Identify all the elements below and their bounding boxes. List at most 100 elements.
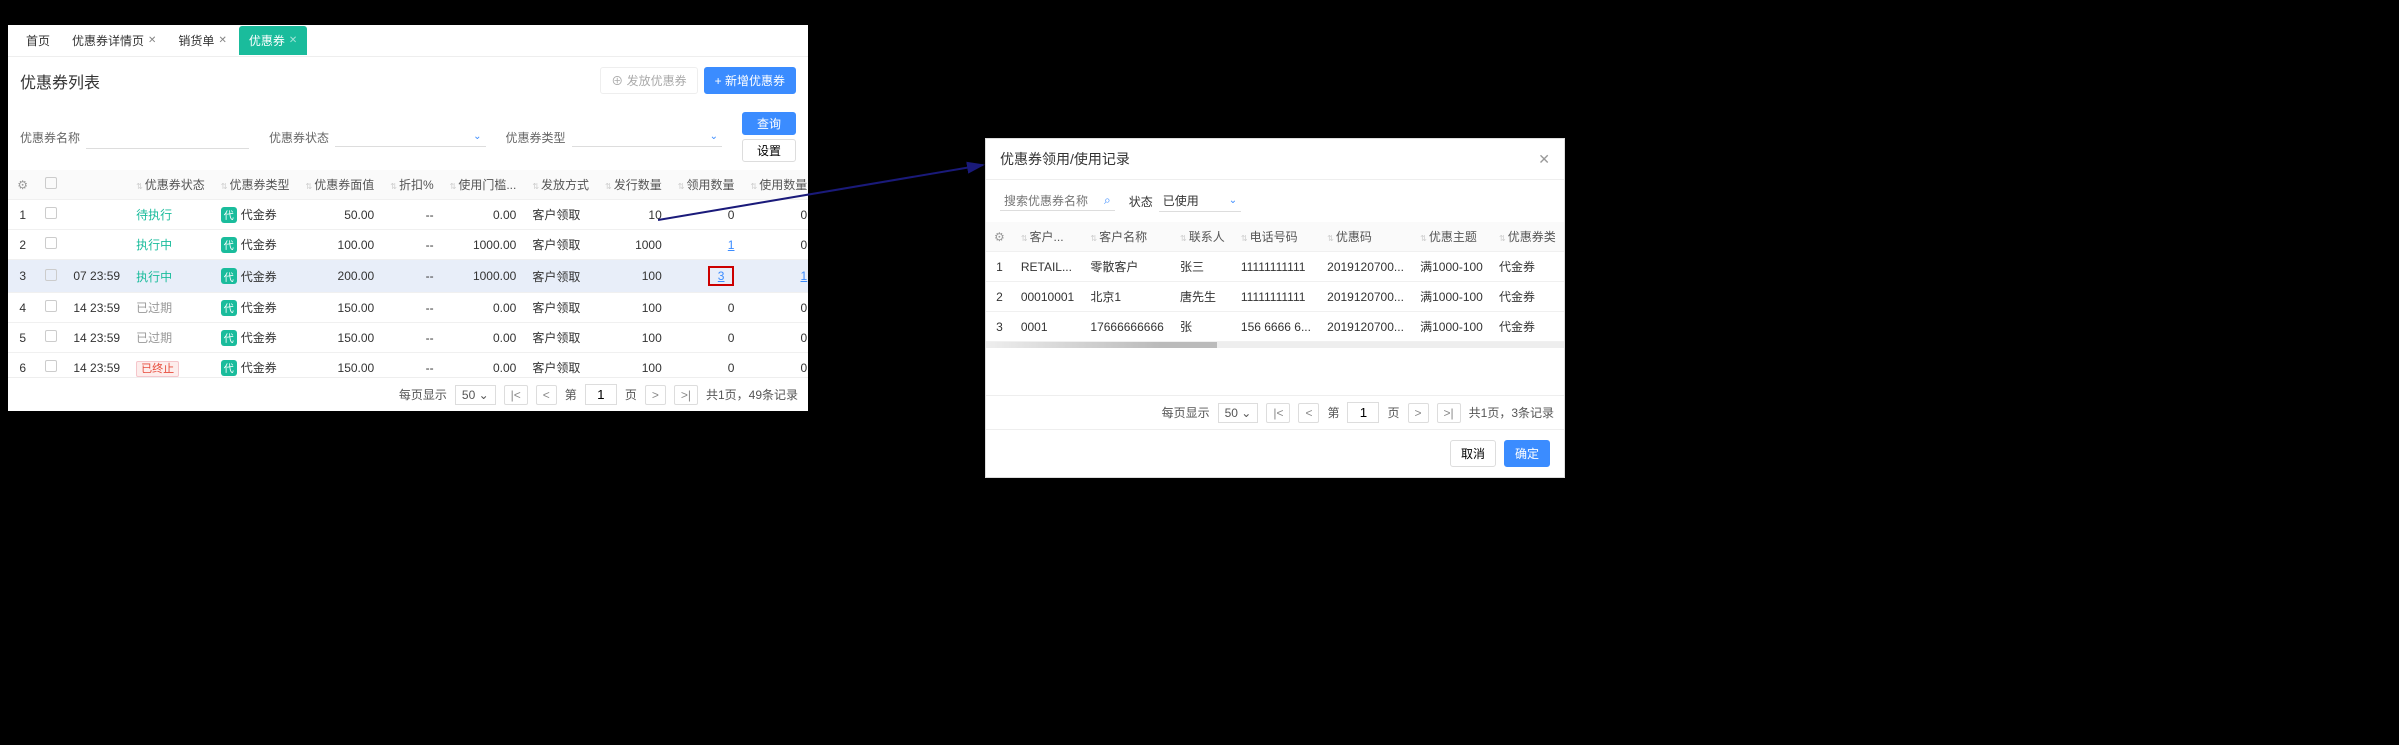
- row-time: [65, 230, 128, 260]
- per-page-select[interactable]: 50 ⌄: [455, 385, 496, 405]
- col-issue[interactable]: ⇅发行数量: [597, 170, 670, 200]
- filter-type-select[interactable]: ⌄: [572, 127, 722, 147]
- filter-name-label: 优惠券名称: [20, 129, 80, 146]
- page-input[interactable]: [585, 384, 617, 405]
- checkbox[interactable]: [45, 207, 57, 219]
- close-icon[interactable]: ✕: [218, 35, 226, 46]
- row-index: 2: [8, 230, 37, 260]
- claim-link[interactable]: 1: [728, 238, 735, 252]
- tab-首页[interactable]: 首页: [16, 26, 60, 55]
- header-actions: ⊕ 发放优惠券 + 新增优惠券: [600, 67, 796, 94]
- modal-search-input[interactable]: [1004, 194, 1104, 208]
- col-gear[interactable]: ⚙: [986, 222, 1013, 252]
- checkbox[interactable]: [45, 360, 57, 372]
- table-row[interactable]: 414 23:59已过期代代金券150.00--0.00客户领取10000↗⊞: [8, 293, 808, 323]
- row-threshold: 1000.00: [442, 230, 525, 260]
- search-icon[interactable]: ⌕: [1104, 193, 1111, 208]
- col-claim[interactable]: ⇅领用数量: [670, 170, 743, 200]
- checkbox[interactable]: [45, 300, 57, 312]
- row-contact: 唐先生: [1172, 282, 1233, 312]
- col-custname[interactable]: ⇅客户名称: [1082, 222, 1172, 252]
- filter-actions: 查询 设置: [742, 112, 796, 162]
- first-page-button[interactable]: |<: [504, 385, 528, 405]
- prev-page-button[interactable]: <: [536, 385, 557, 405]
- close-icon[interactable]: ✕: [1538, 151, 1550, 168]
- row-face: 150.00: [298, 323, 383, 353]
- col-type[interactable]: ⇅优惠券类型: [213, 170, 298, 200]
- row-code: 2019120700...: [1319, 312, 1412, 342]
- table-row[interactable]: 307 23:59执行中代代金券200.00--1000.00客户领取10031…: [8, 260, 808, 293]
- row-status: 已过期: [128, 323, 213, 353]
- close-icon[interactable]: ✕: [148, 35, 156, 46]
- horizontal-scrollbar[interactable]: [986, 342, 1564, 348]
- table-row[interactable]: 514 23:59已过期代代金券150.00--0.00客户领取10000↗⊞: [8, 323, 808, 353]
- settings-button[interactable]: 设置: [742, 139, 796, 162]
- tab-优惠券[interactable]: 优惠券 ✕: [239, 26, 307, 55]
- checkbox[interactable]: [45, 269, 57, 281]
- next-page-button[interactable]: >: [1408, 403, 1429, 423]
- use-link[interactable]: 1: [801, 269, 808, 283]
- col-subject[interactable]: ⇅优惠主题: [1412, 222, 1491, 252]
- col-custno[interactable]: ⇅客户...: [1013, 222, 1083, 252]
- tab-销货单[interactable]: 销货单✕: [168, 26, 236, 55]
- last-page-button[interactable]: >|: [1437, 403, 1461, 423]
- row-phone: 11111111111: [1233, 282, 1319, 312]
- coupon-table-wrap[interactable]: ⚙ ⇅优惠券状态⇅优惠券类型⇅优惠券面值⇅折扣%⇅使用门槛...⇅发放方式⇅发行数…: [8, 170, 808, 377]
- col-contact[interactable]: ⇅联系人: [1172, 222, 1233, 252]
- tab-label: 优惠券详情页: [72, 32, 144, 49]
- row-discount: --: [382, 353, 441, 378]
- modal-table-wrap[interactable]: ⚙⇅客户...⇅客户名称⇅联系人⇅电话号码⇅优惠码⇅优惠主题⇅优惠券类 1RET…: [986, 222, 1564, 395]
- sort-icon: ⇅: [390, 182, 397, 191]
- table-row[interactable]: 200010001北京1唐先生111111111112019120700...满…: [986, 282, 1564, 312]
- checkbox[interactable]: [45, 330, 57, 342]
- page-input[interactable]: [1347, 402, 1379, 423]
- col-status[interactable]: ⇅优惠券状态: [128, 170, 213, 200]
- first-page-button[interactable]: |<: [1266, 403, 1290, 423]
- col-gear[interactable]: ⚙: [8, 170, 37, 200]
- table-row[interactable]: 614 23:59已终止代代金券150.00--0.00客户领取10000↗⊞: [8, 353, 808, 378]
- row-subject: 满1000-100: [1412, 312, 1491, 342]
- row-time: 14 23:59: [65, 293, 128, 323]
- filter-status-select[interactable]: ⌄: [335, 127, 485, 147]
- ok-button[interactable]: 确定: [1504, 440, 1550, 467]
- table-row[interactable]: 3000117666666666张156 6666 6...2019120700…: [986, 312, 1564, 342]
- close-icon[interactable]: ✕: [289, 35, 297, 46]
- col-check: [37, 170, 65, 200]
- row-time: 07 23:59: [65, 260, 128, 293]
- next-page-button[interactable]: >: [645, 385, 666, 405]
- col-threshold[interactable]: ⇅使用门槛...: [442, 170, 525, 200]
- modal-state-select[interactable]: 已使用⌄: [1159, 190, 1241, 212]
- page-label-pre: 第: [565, 386, 577, 403]
- tab-优惠券详情页[interactable]: 优惠券详情页 ✕: [62, 26, 166, 55]
- query-button[interactable]: 查询: [742, 112, 796, 135]
- filter-status: 优惠券状态 ⌄: [269, 127, 485, 147]
- col-code[interactable]: ⇅优惠码: [1319, 222, 1412, 252]
- table-row[interactable]: 1RETAIL...零散客户张三111111111112019120700...…: [986, 252, 1564, 282]
- checkbox[interactable]: [45, 177, 57, 189]
- add-coupon-button[interactable]: + 新增优惠券: [704, 67, 796, 94]
- col-face[interactable]: ⇅优惠券面值: [298, 170, 383, 200]
- last-page-button[interactable]: >|: [674, 385, 698, 405]
- row-index: 4: [8, 293, 37, 323]
- row-type: 代代金券: [213, 260, 298, 293]
- table-row[interactable]: 1待执行代代金券50.00--0.00客户领取1000↗⊞: [8, 200, 808, 230]
- row-dist: 客户领取: [524, 353, 597, 378]
- checkbox[interactable]: [45, 237, 57, 249]
- row-type: 代代金券: [213, 353, 298, 378]
- cancel-button[interactable]: 取消: [1450, 440, 1496, 467]
- row-custname: 北京1: [1082, 282, 1172, 312]
- prev-page-button[interactable]: <: [1298, 403, 1319, 423]
- col-dist[interactable]: ⇅发放方式: [524, 170, 597, 200]
- col-use[interactable]: ⇅使用数量: [742, 170, 808, 200]
- col-discount[interactable]: ⇅折扣%: [382, 170, 441, 200]
- col-phone[interactable]: ⇅电话号码: [1233, 222, 1319, 252]
- claim-link-highlighted[interactable]: 3: [708, 266, 735, 286]
- col-ctype[interactable]: ⇅优惠券类: [1491, 222, 1564, 252]
- table-row[interactable]: 2执行中代代金券100.00--1000.00客户领取100010↗⊞: [8, 230, 808, 260]
- usage-table: ⚙⇅客户...⇅客户名称⇅联系人⇅电话号码⇅优惠码⇅优惠主题⇅优惠券类 1RET…: [986, 222, 1564, 342]
- filter-name-input[interactable]: [86, 126, 249, 149]
- distribute-coupon-button[interactable]: ⊕ 发放优惠券: [600, 67, 697, 94]
- tab-label: 优惠券: [249, 32, 285, 49]
- sort-icon: ⇅: [136, 182, 143, 191]
- per-page-select[interactable]: 50 ⌄: [1218, 403, 1259, 423]
